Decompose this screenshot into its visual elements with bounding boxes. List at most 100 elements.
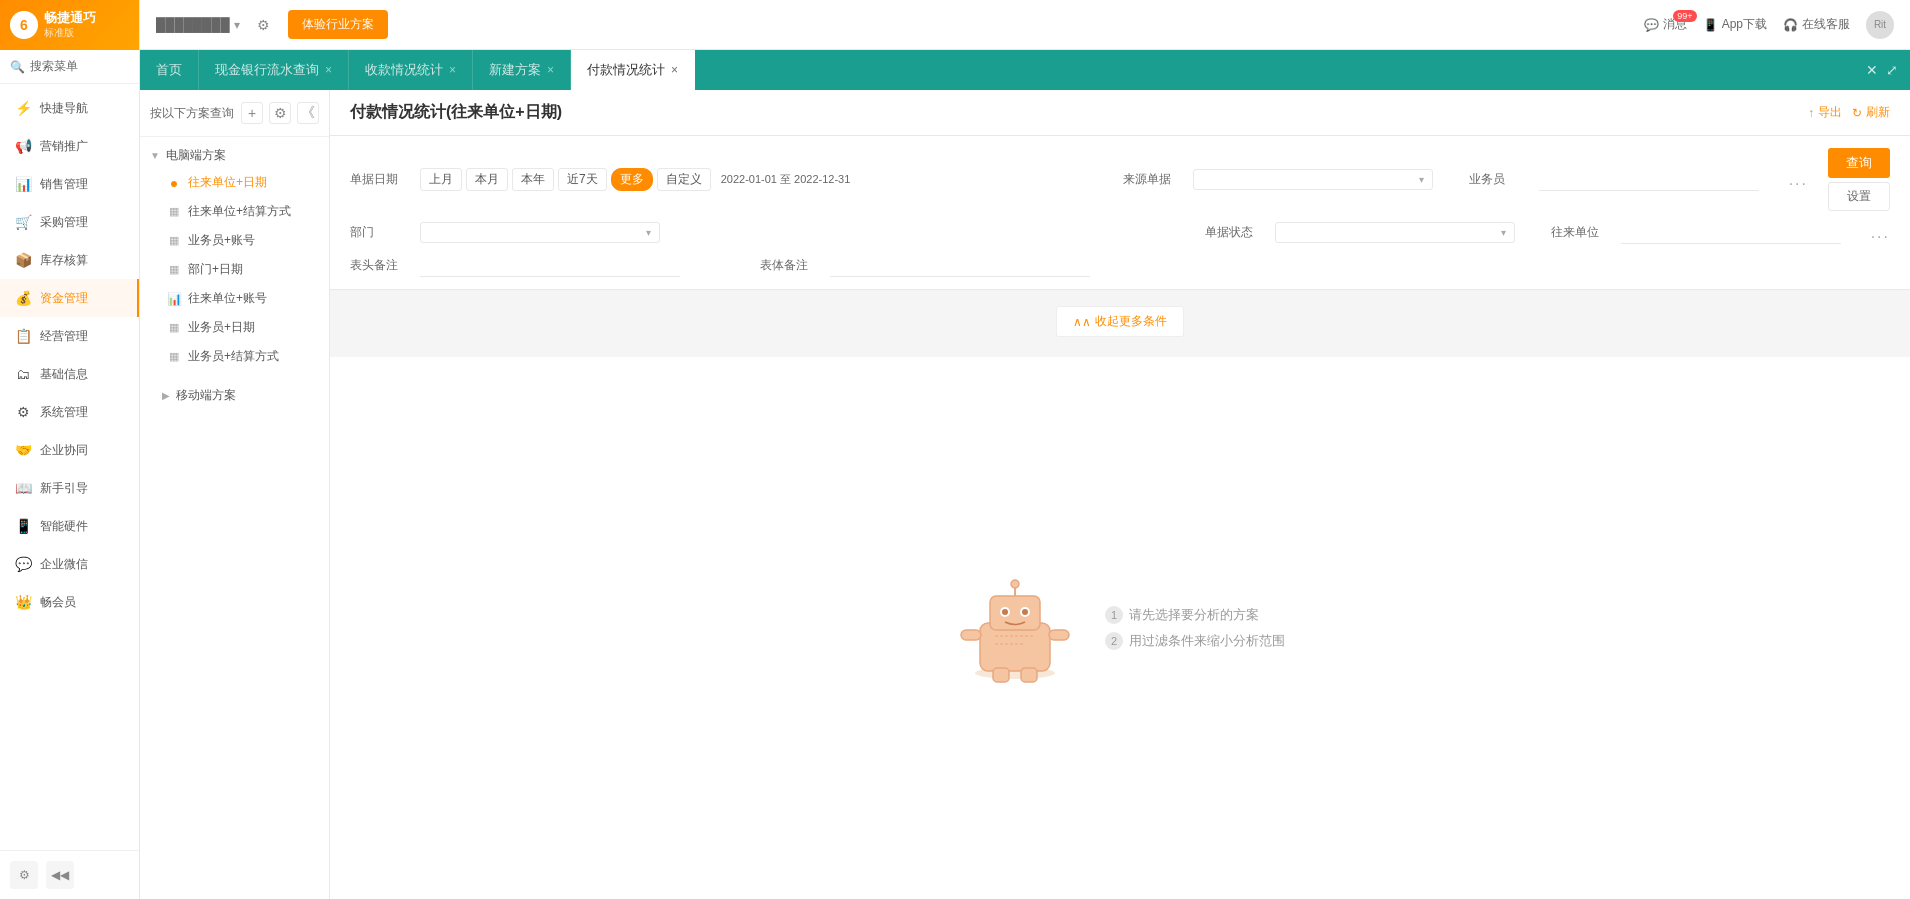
tab-receipts[interactable]: 收款情况统计 × (349, 50, 473, 90)
sidebar-item-basic[interactable]: 🗂 基础信息 (0, 355, 139, 393)
sidebar-item-inventory[interactable]: 📦 库存核算 (0, 241, 139, 279)
sidebar-item-marketing[interactable]: 📢 营销推广 (0, 127, 139, 165)
top-header: ████████ ▾ ⚙ 体验行业方案 💬 消息 99+ 📱 App下载 🎧 在… (140, 0, 1910, 50)
more-btn[interactable]: 更多 (611, 168, 653, 191)
app-download-action[interactable]: 📱 App下载 (1703, 16, 1767, 33)
collapse-conditions-btn[interactable]: ∧∧ 收起更多条件 (1056, 306, 1184, 337)
avatar[interactable]: Rit (1866, 11, 1894, 39)
salesperson-input[interactable] (1539, 168, 1759, 191)
tab-bank-close[interactable]: × (325, 63, 332, 77)
this-year-btn[interactable]: 本年 (512, 168, 554, 191)
service-icon: 🎧 (1783, 18, 1798, 32)
mobile-scheme-group-header[interactable]: ▶ 移动端方案 (140, 383, 329, 408)
header-settings-btn[interactable]: ⚙ (250, 11, 278, 39)
trial-button[interactable]: 体验行业方案 (288, 10, 388, 39)
filter-row-3: 表头备注 表体备注 (350, 254, 1890, 277)
page-actions: ↑ 导出 ↻ 刷新 (1808, 104, 1890, 121)
svg-point-6 (1002, 609, 1008, 615)
sidebar-header: 6 畅捷通巧 标准版 (0, 0, 139, 50)
empty-tips: 1 请先选择要分析的方案 2 用过滤条件来缩小分析范围 (1105, 606, 1285, 650)
window-maximize-btn[interactable]: ⤢ (1886, 62, 1898, 78)
last-7-days-btn[interactable]: 近7天 (558, 168, 607, 191)
sidebar-item-label: 基础信息 (40, 366, 88, 383)
sidebar-item-label: 资金管理 (40, 290, 88, 307)
sidebar-item-vip[interactable]: 👑 畅会员 (0, 583, 139, 621)
source-bill-label: 来源单据 (1123, 171, 1173, 188)
left-panel-add-btn[interactable]: + (241, 102, 263, 124)
sidebar-item-label: 经营管理 (40, 328, 88, 345)
export-btn[interactable]: ↑ 导出 (1808, 104, 1842, 121)
scheme-item-staff-account[interactable]: ▦ 业务员+账号 (140, 226, 329, 255)
search-menu[interactable]: 🔍 搜索菜单 (0, 50, 139, 84)
sidebar: 6 畅捷通巧 标准版 🔍 搜索菜单 ⚡ 快捷导航 📢 营销推广 📊 销售管理 🛒… (0, 0, 140, 899)
sidebar-item-wechat[interactable]: 💬 企业微信 (0, 545, 139, 583)
svg-rect-14 (1021, 668, 1037, 682)
right-content: 付款情况统计(往来单位+日期) ↑ 导出 ↻ 刷新 单据日期 (330, 90, 1910, 899)
scheme-item-icon: ▦ (166, 204, 182, 220)
tab-payment-stats-close[interactable]: × (671, 63, 678, 77)
left-panel-title: 按以下方案查询 (150, 105, 235, 122)
tab-payment-stats[interactable]: 付款情况统计 × (571, 50, 695, 90)
sidebar-item-capital[interactable]: 💰 资金管理 (0, 279, 139, 317)
source-bill-select[interactable]: ▾ (1193, 169, 1433, 190)
sidebar-item-system[interactable]: ⚙ 系统管理 (0, 393, 139, 431)
online-service-action[interactable]: 🎧 在线客服 (1783, 16, 1850, 33)
sidebar-item-purchase[interactable]: 🛒 采购管理 (0, 203, 139, 241)
table-body-note-input[interactable] (830, 254, 1090, 277)
export-label: 导出 (1818, 104, 1842, 121)
tab-new-scheme-close[interactable]: × (547, 63, 554, 77)
scheme-item-staff-settle[interactable]: ▦ 业务员+结算方式 (140, 342, 329, 371)
sidebar-nav: ⚡ 快捷导航 📢 营销推广 📊 销售管理 🛒 采购管理 📦 库存核算 💰 资金管… (0, 84, 139, 850)
scheme-item-icon: ▦ (166, 262, 182, 278)
query-button[interactable]: 查询 (1828, 148, 1890, 178)
sidebar-item-hardware[interactable]: 📱 智能硬件 (0, 507, 139, 545)
company-selector[interactable]: ████████ ▾ (156, 17, 240, 32)
table-header-note-input[interactable] (420, 254, 680, 277)
scheme-item-partner-settle[interactable]: ▦ 往来单位+结算方式 (140, 197, 329, 226)
left-panel-collapse-btn[interactable]: 《 (297, 102, 319, 124)
message-action[interactable]: 💬 消息 99+ (1644, 16, 1687, 33)
tab-bank[interactable]: 现金银行流水查询 × (199, 50, 349, 90)
tab-receipts-close[interactable]: × (449, 63, 456, 77)
dept-label: 部门 (350, 224, 400, 241)
refresh-btn[interactable]: ↻ 刷新 (1852, 104, 1890, 121)
tab-new-scheme[interactable]: 新建方案 × (473, 50, 571, 90)
left-panel-settings-btn[interactable]: ⚙ (269, 102, 291, 124)
salesperson-dots[interactable]: ... (1789, 171, 1808, 189)
company-name: ████████ (156, 17, 230, 32)
partner-input[interactable] (1621, 221, 1841, 244)
scheme-item-chart-icon: 📊 (166, 291, 182, 307)
this-month-btn[interactable]: 本月 (466, 168, 508, 191)
desktop-scheme-group-header[interactable]: ▼ 电脑端方案 (140, 143, 329, 168)
dept-select[interactable]: ▾ (420, 222, 660, 243)
sidebar-item-operation[interactable]: 📋 经营管理 (0, 317, 139, 355)
export-icon: ↑ (1808, 106, 1814, 120)
scheme-item-staff-date[interactable]: ▦ 业务员+日期 (140, 313, 329, 342)
bill-status-select[interactable]: ▾ (1275, 222, 1515, 243)
marketing-icon: 📢 (14, 137, 32, 155)
settings-footer-btn[interactable]: ⚙ (10, 861, 38, 889)
collapse-sidebar-btn[interactable]: ◀◀ (46, 861, 74, 889)
scheme-item-icon: ▦ (166, 233, 182, 249)
scheme-item-dept-date[interactable]: ▦ 部门+日期 (140, 255, 329, 284)
tab-home[interactable]: 首页 (140, 50, 199, 90)
partner-dots[interactable]: ... (1871, 224, 1890, 242)
sidebar-item-sales[interactable]: 📊 销售管理 (0, 165, 139, 203)
scheme-item-partner-account[interactable]: 📊 往来单位+账号 (140, 284, 329, 313)
search-label: 搜索菜单 (30, 58, 78, 75)
desktop-group-arrow: ▼ (150, 150, 160, 161)
window-close-btn[interactable]: ✕ (1866, 62, 1878, 78)
settings-button[interactable]: 设置 (1828, 182, 1890, 211)
tab-receipts-label: 收款情况统计 (365, 61, 443, 79)
sidebar-item-quick-nav[interactable]: ⚡ 快捷导航 (0, 89, 139, 127)
last-month-btn[interactable]: 上月 (420, 168, 462, 191)
dropdown-icon: ▾ (234, 18, 240, 32)
sidebar-item-label: 库存核算 (40, 252, 88, 269)
scheme-item-partner-date[interactable]: ● 往来单位+日期 (140, 168, 329, 197)
system-icon: ⚙ (14, 403, 32, 421)
sidebar-item-enterprise[interactable]: 🤝 企业协同 (0, 431, 139, 469)
search-icon: 🔍 (10, 60, 25, 74)
sidebar-item-guide[interactable]: 📖 新手引导 (0, 469, 139, 507)
custom-btn[interactable]: 自定义 (657, 168, 711, 191)
main-content: ████████ ▾ ⚙ 体验行业方案 💬 消息 99+ 📱 App下载 🎧 在… (140, 0, 1910, 899)
